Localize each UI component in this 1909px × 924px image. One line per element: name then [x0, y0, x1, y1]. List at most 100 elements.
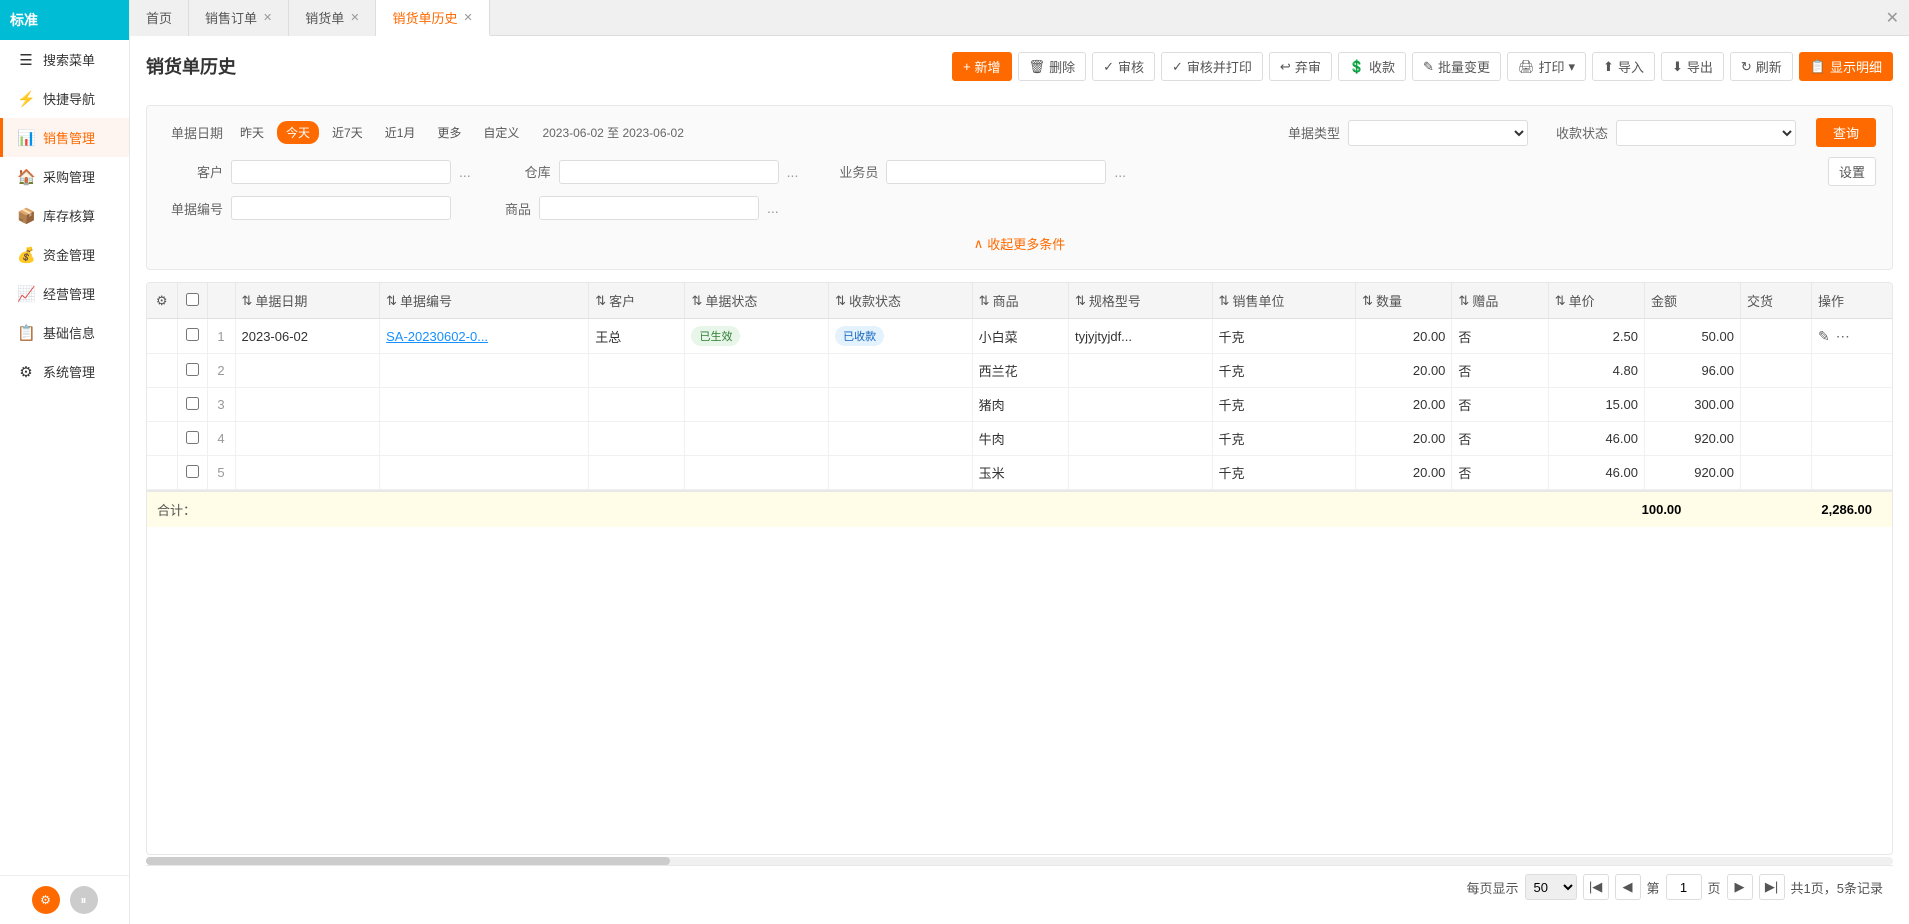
col-date[interactable]: ⇅单据日期: [235, 283, 380, 319]
sidebar-item-ops[interactable]: 📈 经营管理: [0, 274, 129, 313]
col-doc-status[interactable]: ⇅单据状态: [685, 283, 829, 319]
customer-input[interactable]: [231, 160, 451, 184]
row-checkbox[interactable]: [186, 465, 199, 478]
btn-abandon[interactable]: ↩ 弃审: [1269, 52, 1332, 81]
chip-custom[interactable]: 自定义: [474, 121, 528, 144]
page-next-btn[interactable]: ▶: [1727, 874, 1753, 900]
query-btn[interactable]: 查询: [1816, 118, 1876, 147]
col-qty[interactable]: ⇅数量: [1356, 283, 1452, 319]
chip-7days[interactable]: 近7天: [323, 121, 372, 144]
row-gear: [147, 319, 177, 354]
row-goods: 猪肉: [972, 388, 1068, 422]
row-qty: 20.00: [1356, 354, 1452, 388]
page-prev-btn[interactable]: ◀: [1615, 874, 1641, 900]
col-spec[interactable]: ⇅规格型号: [1068, 283, 1212, 319]
btn-show-detail[interactable]: 📋 显示明细: [1799, 52, 1893, 81]
row-checkbox[interactable]: [186, 397, 199, 410]
scrollbar-thumb[interactable]: [146, 857, 670, 865]
row-doc-no[interactable]: [380, 388, 589, 422]
btn-batch-change[interactable]: ✎ 批量变更: [1412, 52, 1501, 81]
collect-status-select[interactable]: [1616, 120, 1796, 146]
btn-export[interactable]: ⬇ 导出: [1661, 52, 1724, 81]
tab-sales-goods[interactable]: 销货单 ✕: [289, 0, 376, 36]
row-check[interactable]: [177, 354, 207, 388]
row-check[interactable]: [177, 456, 207, 490]
sidebar-item-quick-nav[interactable]: ⚡ 快捷导航: [0, 79, 129, 118]
warehouse-input[interactable]: [559, 160, 779, 184]
col-gear[interactable]: ⚙: [147, 283, 177, 319]
scrollbar-track[interactable]: [146, 857, 1893, 865]
sidebar-bottom-btn-2[interactable]: ⏸: [70, 886, 98, 914]
col-check[interactable]: [177, 283, 207, 319]
sidebar-item-finance[interactable]: 💰 资金管理: [0, 235, 129, 274]
tabs-close-all[interactable]: ✕: [1886, 8, 1909, 28]
chip-yesterday[interactable]: 昨天: [231, 121, 273, 144]
col-doc-no[interactable]: ⇅单据编号: [380, 283, 589, 319]
staff-input[interactable]: [886, 160, 1106, 184]
purchase-icon: 🏠: [17, 168, 35, 186]
col-customer[interactable]: ⇅客户: [589, 283, 685, 319]
customer-dots[interactable]: ...: [459, 164, 471, 180]
row-checkbox[interactable]: [186, 328, 199, 341]
select-all-checkbox[interactable]: [186, 293, 199, 306]
settings-btn[interactable]: 设置: [1828, 157, 1876, 186]
sidebar-item-sales[interactable]: 📊 销售管理: [0, 118, 129, 157]
col-unit[interactable]: ⇅销售单位: [1212, 283, 1356, 319]
btn-new-label: 新增: [975, 57, 1001, 76]
page-last-btn[interactable]: ▶|: [1759, 874, 1785, 900]
row-check[interactable]: [177, 319, 207, 354]
row-checkbox[interactable]: [186, 431, 199, 444]
btn-audit-print[interactable]: ✓ 审核并打印: [1161, 52, 1263, 81]
per-page-select[interactable]: 50 100 200: [1525, 874, 1577, 900]
col-gift[interactable]: ⇅赠品: [1452, 283, 1548, 319]
row-doc-no[interactable]: [380, 354, 589, 388]
col-unit-price[interactable]: ⇅单价: [1548, 283, 1644, 319]
col-goods[interactable]: ⇅商品: [972, 283, 1068, 319]
staff-dots[interactable]: ...: [1114, 164, 1126, 180]
tab-sales-order-close[interactable]: ✕: [263, 11, 272, 24]
tab-sales-history[interactable]: 销货单历史 ✕: [376, 0, 489, 36]
goods-input[interactable]: [539, 196, 759, 220]
btn-refresh[interactable]: ↻ 刷新: [1730, 52, 1793, 81]
row-doc-no[interactable]: SA-20230602-0...: [380, 319, 589, 354]
tab-sales-order[interactable]: 销售订单 ✕: [189, 0, 289, 36]
sidebar-bottom-btn-1[interactable]: ⚙: [32, 886, 60, 914]
btn-audit[interactable]: ✓ 审核: [1092, 52, 1155, 81]
doc-no-input[interactable]: [231, 196, 451, 220]
sidebar-item-basic-info[interactable]: 📋 基础信息: [0, 313, 129, 352]
row-check[interactable]: [177, 388, 207, 422]
filter-doc-no: 单据编号: [163, 196, 451, 220]
goods-dots[interactable]: ...: [767, 200, 779, 216]
warehouse-dots[interactable]: ...: [787, 164, 799, 180]
edit-icon[interactable]: ✎: [1818, 328, 1830, 345]
chip-1month[interactable]: 近1月: [376, 121, 425, 144]
btn-collect[interactable]: 💲 收款: [1338, 52, 1406, 81]
doc-type-select[interactable]: [1348, 120, 1528, 146]
chip-more[interactable]: 更多: [428, 121, 470, 144]
tab-home[interactable]: 首页: [130, 0, 189, 36]
sidebar-item-sys[interactable]: ⚙ 系统管理: [0, 352, 129, 391]
collapse-btn[interactable]: ∧ 收起更多条件: [163, 230, 1876, 257]
row-doc-no[interactable]: [380, 422, 589, 456]
btn-import[interactable]: ⬆ 导入: [1592, 52, 1655, 81]
btn-new[interactable]: + 新增: [952, 52, 1012, 81]
col-collect-status[interactable]: ⇅收款状态: [829, 283, 973, 319]
sidebar-bottom: ⚙ ⏸: [0, 875, 129, 924]
row-date: [235, 422, 380, 456]
page-input[interactable]: [1666, 874, 1702, 900]
page-first-btn[interactable]: |◀: [1583, 874, 1609, 900]
tab-sales-goods-close[interactable]: ✕: [350, 11, 359, 24]
sidebar: 标准 ☰ 搜索菜单 ⚡ 快捷导航 📊 销售管理 🏠 采购管理 📦 库存核算 💰 …: [0, 0, 130, 924]
sidebar-item-inventory[interactable]: 📦 库存核算: [0, 196, 129, 235]
chip-today[interactable]: 今天: [277, 121, 319, 144]
more-icon[interactable]: ⋯: [1836, 328, 1850, 345]
row-checkbox[interactable]: [186, 363, 199, 376]
sidebar-item-search-menu[interactable]: ☰ 搜索菜单: [0, 40, 129, 79]
btn-print[interactable]: 🖨 打印 ▾: [1507, 52, 1586, 81]
row-goods: 西兰花: [972, 354, 1068, 388]
row-check[interactable]: [177, 422, 207, 456]
row-doc-no[interactable]: [380, 456, 589, 490]
sidebar-item-purchase[interactable]: 🏠 采购管理: [0, 157, 129, 196]
btn-delete[interactable]: 🗑 删除: [1018, 52, 1087, 81]
tab-sales-history-close[interactable]: ✕: [464, 11, 473, 24]
